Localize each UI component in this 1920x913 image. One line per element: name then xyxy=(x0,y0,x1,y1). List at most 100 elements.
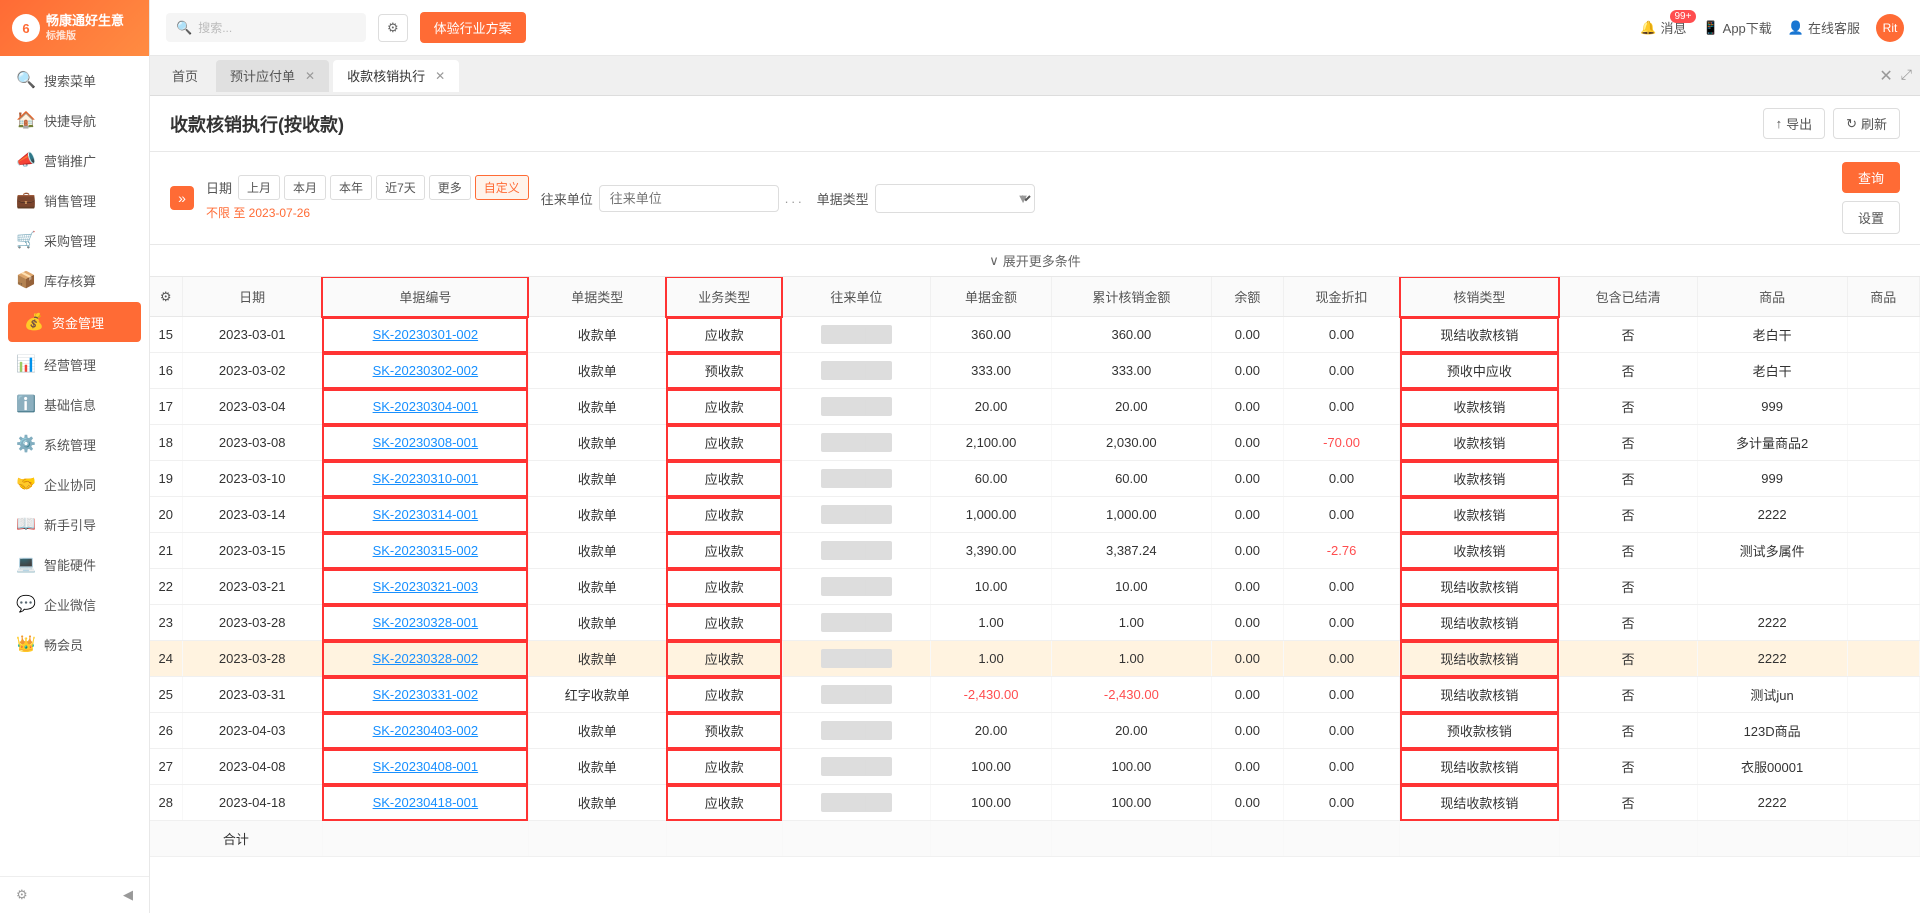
bill-no-link[interactable]: SK-20230418-001 xyxy=(373,795,479,810)
col-write-off-type: 核销类型 xyxy=(1400,277,1560,317)
bill-no-link[interactable]: SK-20230310-001 xyxy=(373,471,479,486)
sidebar-settings-icon[interactable]: ⚙ xyxy=(16,887,28,903)
cell-no: 25 xyxy=(150,677,182,713)
bill-no-link[interactable]: SK-20230308-001 xyxy=(373,435,479,450)
cell-product2 xyxy=(1847,353,1919,389)
cell-discount: -2.76 xyxy=(1284,533,1400,569)
cell-amount: 20.00 xyxy=(931,713,1052,749)
tab-maximize-icon[interactable]: ⤢ xyxy=(1901,66,1912,86)
bill-no-link[interactable]: SK-20230302-002 xyxy=(373,363,479,378)
filter-date-this-year[interactable]: 本年 xyxy=(330,175,372,200)
filter-party-input[interactable] xyxy=(599,185,779,212)
bill-no-link[interactable]: SK-20230315-002 xyxy=(373,543,479,558)
cell-total-fill2 xyxy=(528,821,666,857)
cell-party: ██████ xyxy=(782,677,930,713)
tab-home[interactable]: 首页 xyxy=(158,60,212,92)
filter-date-7days[interactable]: 近7天 xyxy=(376,175,425,200)
sidebar-item-enterprise[interactable]: 🤝 企业协同 xyxy=(0,464,149,504)
cell-total-fill1 xyxy=(322,821,528,857)
filter-date-this-month[interactable]: 本月 xyxy=(284,175,326,200)
industry-solution-button[interactable]: 体验行业方案 xyxy=(420,12,526,43)
bill-no-link[interactable]: SK-20230403-002 xyxy=(373,723,479,738)
inventory-icon: 📦 xyxy=(16,270,36,290)
col-gear[interactable]: ⚙ xyxy=(150,277,182,317)
search-icon: 🔍 xyxy=(16,70,36,90)
tab-pending-payment[interactable]: 预计应付单 ✕ xyxy=(216,60,329,92)
tab-close-pending[interactable]: ✕ xyxy=(305,69,315,83)
bill-no-link[interactable]: SK-20230331-002 xyxy=(373,687,479,702)
table-container[interactable]: ⚙ 日期 单据编号 单据类型 业务类型 往来单位 单据金额 累计核销金额 余额 … xyxy=(150,277,1920,913)
sidebar-item-sales[interactable]: 💼 销售管理 xyxy=(0,180,149,220)
cell-party: ██████ xyxy=(782,389,930,425)
tab-close-collection[interactable]: ✕ xyxy=(435,69,445,83)
filter-bill-type-select[interactable] xyxy=(875,184,1035,213)
cell-amount: 1.00 xyxy=(931,605,1052,641)
sidebar-item-basic[interactable]: ℹ️ 基础信息 xyxy=(0,384,149,424)
cell-no: 17 xyxy=(150,389,182,425)
cell-write-off-type: 收款核销 xyxy=(1400,461,1560,497)
cell-biz-type: 应收款 xyxy=(666,389,782,425)
bill-no-link[interactable]: SK-20230301-002 xyxy=(373,327,479,342)
bill-no-link[interactable]: SK-20230328-002 xyxy=(373,651,479,666)
cell-product1: 老白干 xyxy=(1697,317,1847,353)
cell-no: 22 xyxy=(150,569,182,605)
sidebar-item-quick-nav[interactable]: 🏠 快捷导航 xyxy=(0,100,149,140)
sidebar-item-operations[interactable]: 📊 经营管理 xyxy=(0,344,149,384)
query-button[interactable]: 查询 xyxy=(1842,162,1900,193)
sidebar-item-inventory[interactable]: 📦 库存核算 xyxy=(0,260,149,300)
sidebar-item-finance[interactable]: 💰 资金管理 xyxy=(8,302,141,342)
sidebar-item-marketing[interactable]: 📣 营销推广 xyxy=(0,140,149,180)
tab-close-all-icon[interactable]: ✕ xyxy=(1879,66,1892,86)
cell-party: ██████ xyxy=(782,713,930,749)
cell-write-off-type: 现结收款核销 xyxy=(1400,569,1560,605)
cell-product2 xyxy=(1847,425,1919,461)
online-service-button[interactable]: 👤 在线客服 xyxy=(1788,18,1860,37)
filter-date-range: 不限 至 2023-07-26 xyxy=(206,204,529,221)
cell-amount: 20.00 xyxy=(931,389,1052,425)
sidebar-item-wechat[interactable]: 💬 企业微信 xyxy=(0,584,149,624)
filter-date-last-month[interactable]: 上月 xyxy=(238,175,280,200)
bill-no-link[interactable]: SK-20230408-001 xyxy=(373,759,479,774)
sidebar-item-guide[interactable]: 📖 新手引导 xyxy=(0,504,149,544)
sidebar-item-hardware[interactable]: 💻 智能硬件 xyxy=(0,544,149,584)
cell-biz-type: 应收款 xyxy=(666,605,782,641)
sidebar-item-search[interactable]: 🔍 搜索菜单 xyxy=(0,60,149,100)
notification-button[interactable]: 🔔 消息 99+ xyxy=(1640,18,1686,37)
cell-product1: 2222 xyxy=(1697,605,1847,641)
cell-total-discount xyxy=(1284,821,1400,857)
sidebar-collapse-icon[interactable]: ◀ xyxy=(123,887,133,903)
user-avatar[interactable]: Rit xyxy=(1876,14,1904,42)
tab-collection-execution[interactable]: 收款核销执行 ✕ xyxy=(333,60,459,92)
setting-button[interactable]: 设置 xyxy=(1842,201,1900,234)
filter-date-more[interactable]: 更多 xyxy=(429,175,471,200)
filter-party-group: 往来单位 ... xyxy=(541,185,805,212)
bill-no-link[interactable]: SK-20230321-003 xyxy=(373,579,479,594)
filter-toggle-button[interactable]: » xyxy=(170,186,194,210)
avatar: Rit xyxy=(1876,14,1904,42)
filter-party-ellipsis[interactable]: ... xyxy=(785,191,805,206)
sidebar-item-purchase[interactable]: 🛒 采购管理 xyxy=(0,220,149,260)
export-button[interactable]: ↑ 导出 xyxy=(1763,108,1826,139)
sidebar-item-system[interactable]: ⚙️ 系统管理 xyxy=(0,424,149,464)
cell-date: 2023-04-03 xyxy=(182,713,322,749)
cell-no: 15 xyxy=(150,317,182,353)
filter-date-custom[interactable]: 自定义 xyxy=(475,175,529,200)
cell-biz-type: 应收款 xyxy=(666,641,782,677)
app-download-button[interactable]: 📱 App下载 xyxy=(1702,18,1771,37)
bill-no-link[interactable]: SK-20230328-001 xyxy=(373,615,479,630)
cell-discount: 0.00 xyxy=(1284,641,1400,677)
bill-no-link[interactable]: SK-20230304-001 xyxy=(373,399,479,414)
sidebar-item-member[interactable]: 👑 畅会员 xyxy=(0,624,149,664)
cell-date: 2023-03-15 xyxy=(182,533,322,569)
cell-product2 xyxy=(1847,713,1919,749)
refresh-button[interactable]: ↻ 刷新 xyxy=(1833,108,1900,139)
cell-party: ██████ xyxy=(782,641,930,677)
expand-more-bar[interactable]: ∨ 展开更多条件 xyxy=(150,245,1920,277)
cell-total-accumulated xyxy=(1052,821,1212,857)
cell-total-label: 合计 xyxy=(150,821,322,857)
bill-no-link[interactable]: SK-20230314-001 xyxy=(373,507,479,522)
cell-bill-type: 收款单 xyxy=(528,785,666,821)
cell-total-fill4 xyxy=(782,821,930,857)
gear-button[interactable]: ⚙ xyxy=(378,14,408,42)
col-date: 日期 xyxy=(182,277,322,317)
